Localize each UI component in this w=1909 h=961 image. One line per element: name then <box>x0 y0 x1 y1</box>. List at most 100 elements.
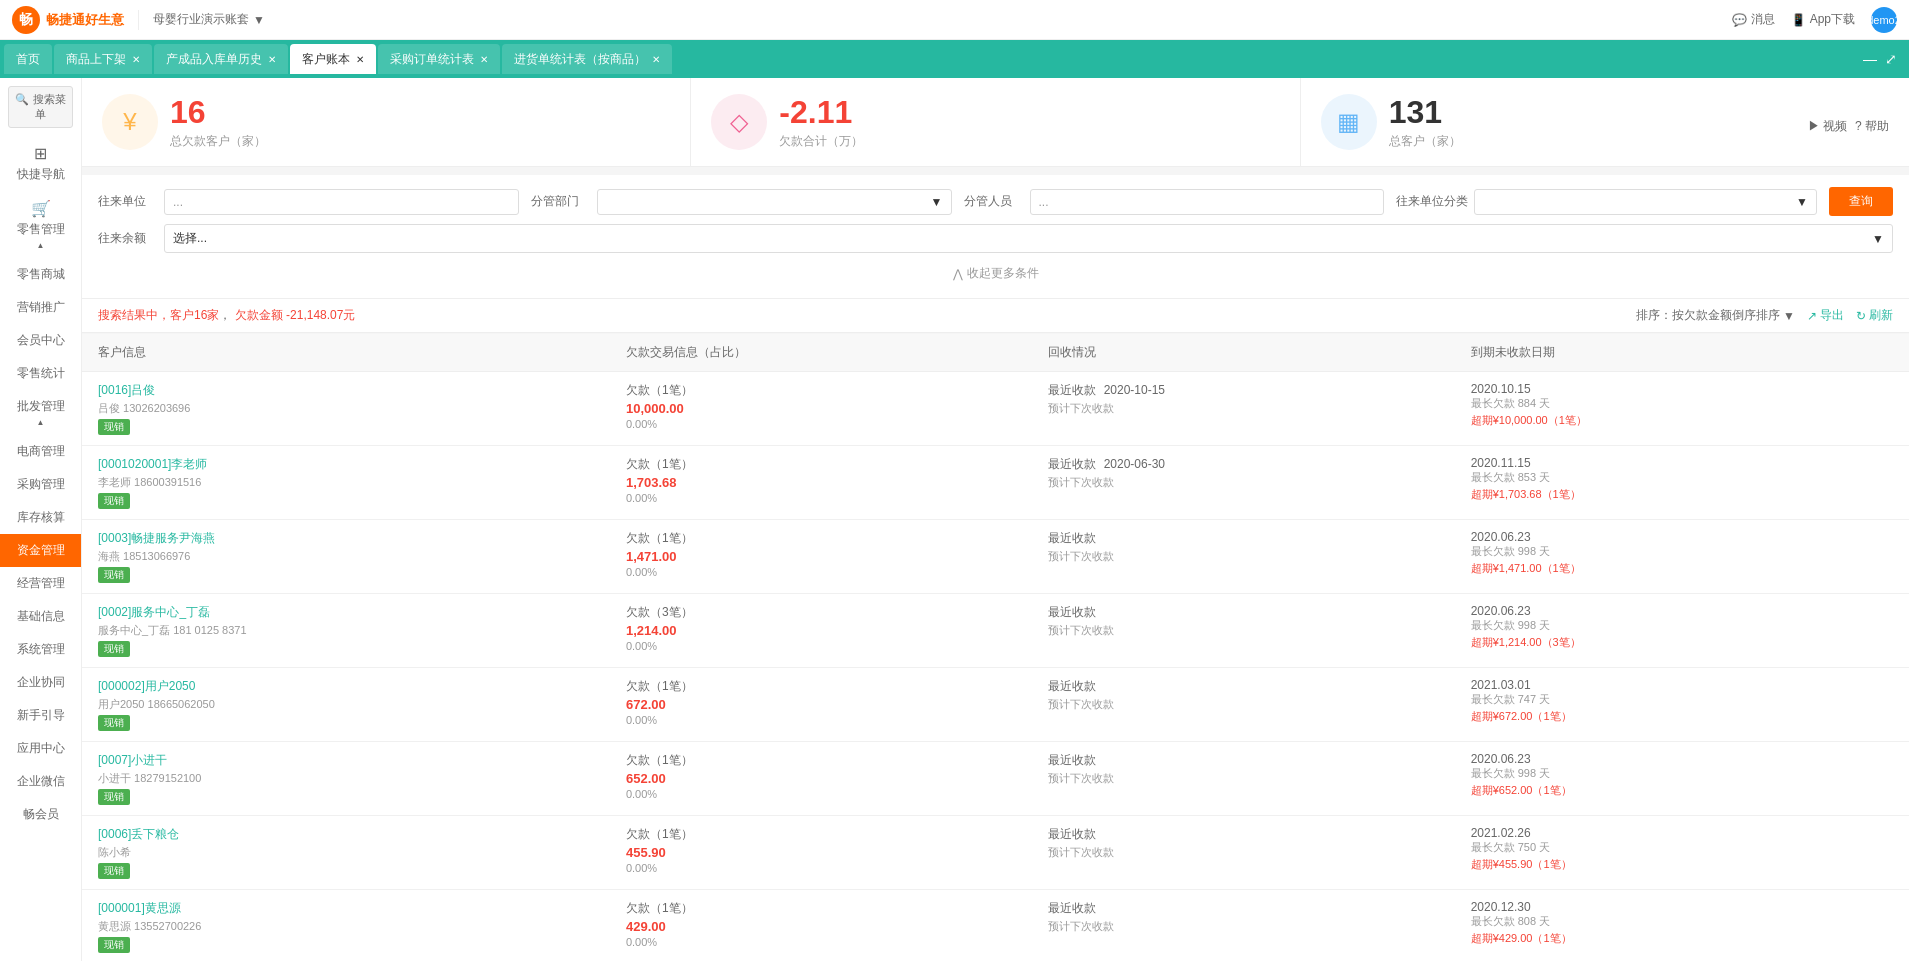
tab-customer[interactable]: 客户账本 ✕ <box>290 44 376 74</box>
payback-cell-8: 最近收款 预计下次收款 <box>1048 900 1470 934</box>
refresh-icon: ↻ <box>1856 309 1866 323</box>
customer-name-link-3[interactable]: [0003]畅捷服务尹海燕 <box>98 531 215 545</box>
user-avatar-btn[interactable]: demo2 <box>1871 7 1897 33</box>
tag-3: 现销 <box>98 567 130 583</box>
result-actions: 排序：按欠款金额倒序排序 ▼ ↗ 导出 ↻ 刷新 <box>1636 307 1893 324</box>
sidebar-item-ecommerce[interactable]: 电商管理 <box>0 435 81 468</box>
overdue-amount-7[interactable]: 超期¥455.90（1笔） <box>1471 857 1893 872</box>
customer-name-link-1[interactable]: [0016]吕俊 <box>98 383 155 397</box>
debt-amount-5: 672.00 <box>626 697 1048 712</box>
person-input[interactable]: ... <box>1030 189 1385 215</box>
stats-row: ¥ 16 总欠款客户（家） ◇ -2.11 欠款合计（万） ▦ 131 总客户（… <box>82 78 1909 167</box>
sort-btn[interactable]: 排序：按欠款金额倒序排序 ▼ <box>1636 307 1795 324</box>
sidebar-item-app-center[interactable]: 应用中心 <box>0 732 81 765</box>
unit-class-select[interactable]: ▼ <box>1474 189 1817 215</box>
debt-percent-8: 0.00% <box>626 936 1048 948</box>
debt-amount-8: 429.00 <box>626 919 1048 934</box>
tab-produce[interactable]: 产成品入库单历史 ✕ <box>154 44 288 74</box>
tab-close-customer[interactable]: ✕ <box>356 54 364 65</box>
customer-info-cell-7: [0006]丢下粮仓 陈小希 现销 <box>98 826 626 879</box>
sidebar-item-retail-mgmt[interactable]: 🛒 零售管理 ▲ <box>0 191 81 258</box>
messages-btn[interactable]: 💬 消息 <box>1732 11 1775 28</box>
logo-icon: 畅 <box>12 6 40 34</box>
due-date-2: 2020.11.15 <box>1471 456 1893 470</box>
sidebar-item-operations[interactable]: 经营管理 <box>0 567 81 600</box>
collapse-btn[interactable]: ⋀ 收起更多条件 <box>953 265 1039 282</box>
avatar: demo2 <box>1871 7 1897 33</box>
sort-icon: ▼ <box>1783 309 1795 323</box>
customer-meta-7: 陈小希 <box>98 845 626 860</box>
tab-close-goods[interactable]: ✕ <box>132 54 140 65</box>
payback-cell-5: 最近收款 预计下次收款 <box>1048 678 1470 712</box>
sidebar-item-enterprise[interactable]: 企业协同 <box>0 666 81 699</box>
sidebar-item-purchase-mgmt[interactable]: 采购管理 <box>0 468 81 501</box>
tab-inbound[interactable]: 进货单统计表（按商品） ✕ <box>502 44 672 74</box>
customer-name-link-8[interactable]: [000001]黄思源 <box>98 901 181 915</box>
overdue-amount-1[interactable]: 超期¥10,000.00（1笔） <box>1471 413 1893 428</box>
sidebar-item-system[interactable]: 系统管理 <box>0 633 81 666</box>
sidebar-item-new-guide[interactable]: 新手引导 <box>0 699 81 732</box>
tab-maximize-icon[interactable]: ⤢ <box>1885 51 1897 67</box>
debt-amount-4: 1,214.00 <box>626 623 1048 638</box>
export-btn[interactable]: ↗ 导出 <box>1807 307 1844 324</box>
debt-count-2: 欠款（1笔） <box>626 456 1048 473</box>
customer-name-link-6[interactable]: [0007]小进干 <box>98 753 167 767</box>
stat-icon-total: ▦ <box>1321 94 1377 150</box>
overdue-amount-5[interactable]: 超期¥672.00（1笔） <box>1471 709 1893 724</box>
tab-home[interactable]: 首页 <box>4 44 52 74</box>
tab-close-produce[interactable]: ✕ <box>268 54 276 65</box>
sidebar-item-retail-store[interactable]: 零售商城 <box>0 258 81 291</box>
tag-1: 现销 <box>98 419 130 435</box>
tab-purchase[interactable]: 采购订单统计表 ✕ <box>378 44 500 74</box>
sidebar-item-basic-info[interactable]: 基础信息 <box>0 600 81 633</box>
video-btn[interactable]: ▶ 视频 <box>1808 118 1847 135</box>
result-info: 搜索结果中，客户16家， 欠款金额 -21,148.07元 <box>98 307 355 324</box>
dept-select[interactable]: ▼ <box>597 189 952 215</box>
sidebar-item-inventory[interactable]: 库存核算 <box>0 501 81 534</box>
balance-select[interactable]: 选择... ▼ <box>164 224 1893 253</box>
search-btn[interactable]: 查询 <box>1829 187 1893 216</box>
sidebar-item-enterprise-wx[interactable]: 企业微信 <box>0 765 81 798</box>
overdue-amount-6[interactable]: 超期¥652.00（1笔） <box>1471 783 1893 798</box>
tab-close-purchase[interactable]: ✕ <box>480 54 488 65</box>
refresh-btn[interactable]: ↻ 刷新 <box>1856 307 1893 324</box>
table-container: 客户信息 欠款交易信息（占比） 回收情况 到期未收款日期 [0016]吕俊 吕俊… <box>82 334 1909 961</box>
sidebar-item-nav[interactable]: ⊞ 快捷导航 <box>0 136 81 191</box>
sidebar-item-batch-mgmt[interactable]: 批发管理 ▲ <box>0 390 81 435</box>
customer-name-link-7[interactable]: [0006]丢下粮仓 <box>98 827 179 841</box>
customer-info-cell-6: [0007]小进干 小进干 18279152100 现销 <box>98 752 626 805</box>
tab-goods[interactable]: 商品上下架 ✕ <box>54 44 152 74</box>
debt-amount-3: 1,471.00 <box>626 549 1048 564</box>
customer-meta-2: 李老师 18600391516 <box>98 475 626 490</box>
overdue-amount-2[interactable]: 超期¥1,703.68（1笔） <box>1471 487 1893 502</box>
sidebar-item-capital[interactable]: 资金管理 <box>0 534 81 567</box>
overdue-amount-8[interactable]: 超期¥429.00（1笔） <box>1471 931 1893 946</box>
search-menu-btn[interactable]: 🔍 搜索菜单 <box>8 86 73 128</box>
debt-count-5: 欠款（1笔） <box>626 678 1048 695</box>
overdue-amount-3[interactable]: 超期¥1,471.00（1笔） <box>1471 561 1893 576</box>
tab-minimize-icon[interactable]: — <box>1863 51 1877 67</box>
sidebar-item-retail-stats[interactable]: 零售统计 <box>0 357 81 390</box>
customer-name-link-5[interactable]: [000002]用户2050 <box>98 679 195 693</box>
tab-close-inbound[interactable]: ✕ <box>652 54 660 65</box>
filter-row-1: 往来单位 ... 分管部门 ▼ 分管人员 ... <box>98 187 1893 216</box>
app-download-btn[interactable]: 📱 App下载 <box>1791 11 1855 28</box>
filter-area: 往来单位 ... 分管部门 ▼ 分管人员 ... <box>82 175 1909 299</box>
debt-percent-4: 0.00% <box>626 640 1048 652</box>
overdue-amount-4[interactable]: 超期¥1,214.00（3笔） <box>1471 635 1893 650</box>
debt-percent-5: 0.00% <box>626 714 1048 726</box>
stat-label-debt-amount: 欠款合计（万） <box>779 133 863 150</box>
sidebar-item-membership[interactable]: 会员中心 <box>0 324 81 357</box>
sidebar-item-member[interactable]: 畅会员 <box>0 798 81 831</box>
sidebar-item-marketing[interactable]: 营销推广 <box>0 291 81 324</box>
industry-selector[interactable]: 母婴行业演示账套 ▼ <box>153 11 265 28</box>
customer-name-link-4[interactable]: [0002]服务中心_丁磊 <box>98 605 210 619</box>
payback-date-7: 最近收款 <box>1048 826 1470 843</box>
customer-name-link-2[interactable]: [0001020001]李老师 <box>98 457 207 471</box>
help-btn[interactable]: ? 帮助 <box>1855 118 1889 135</box>
from-unit-input[interactable]: ... <box>164 189 519 215</box>
tab-actions: — ⤢ <box>1863 51 1905 67</box>
debt-amount-6: 652.00 <box>626 771 1048 786</box>
customer-meta-1: 吕俊 13026203696 <box>98 401 626 416</box>
table-row: [0016]吕俊 吕俊 13026203696 现销 欠款（1笔） 10,000… <box>82 372 1909 446</box>
